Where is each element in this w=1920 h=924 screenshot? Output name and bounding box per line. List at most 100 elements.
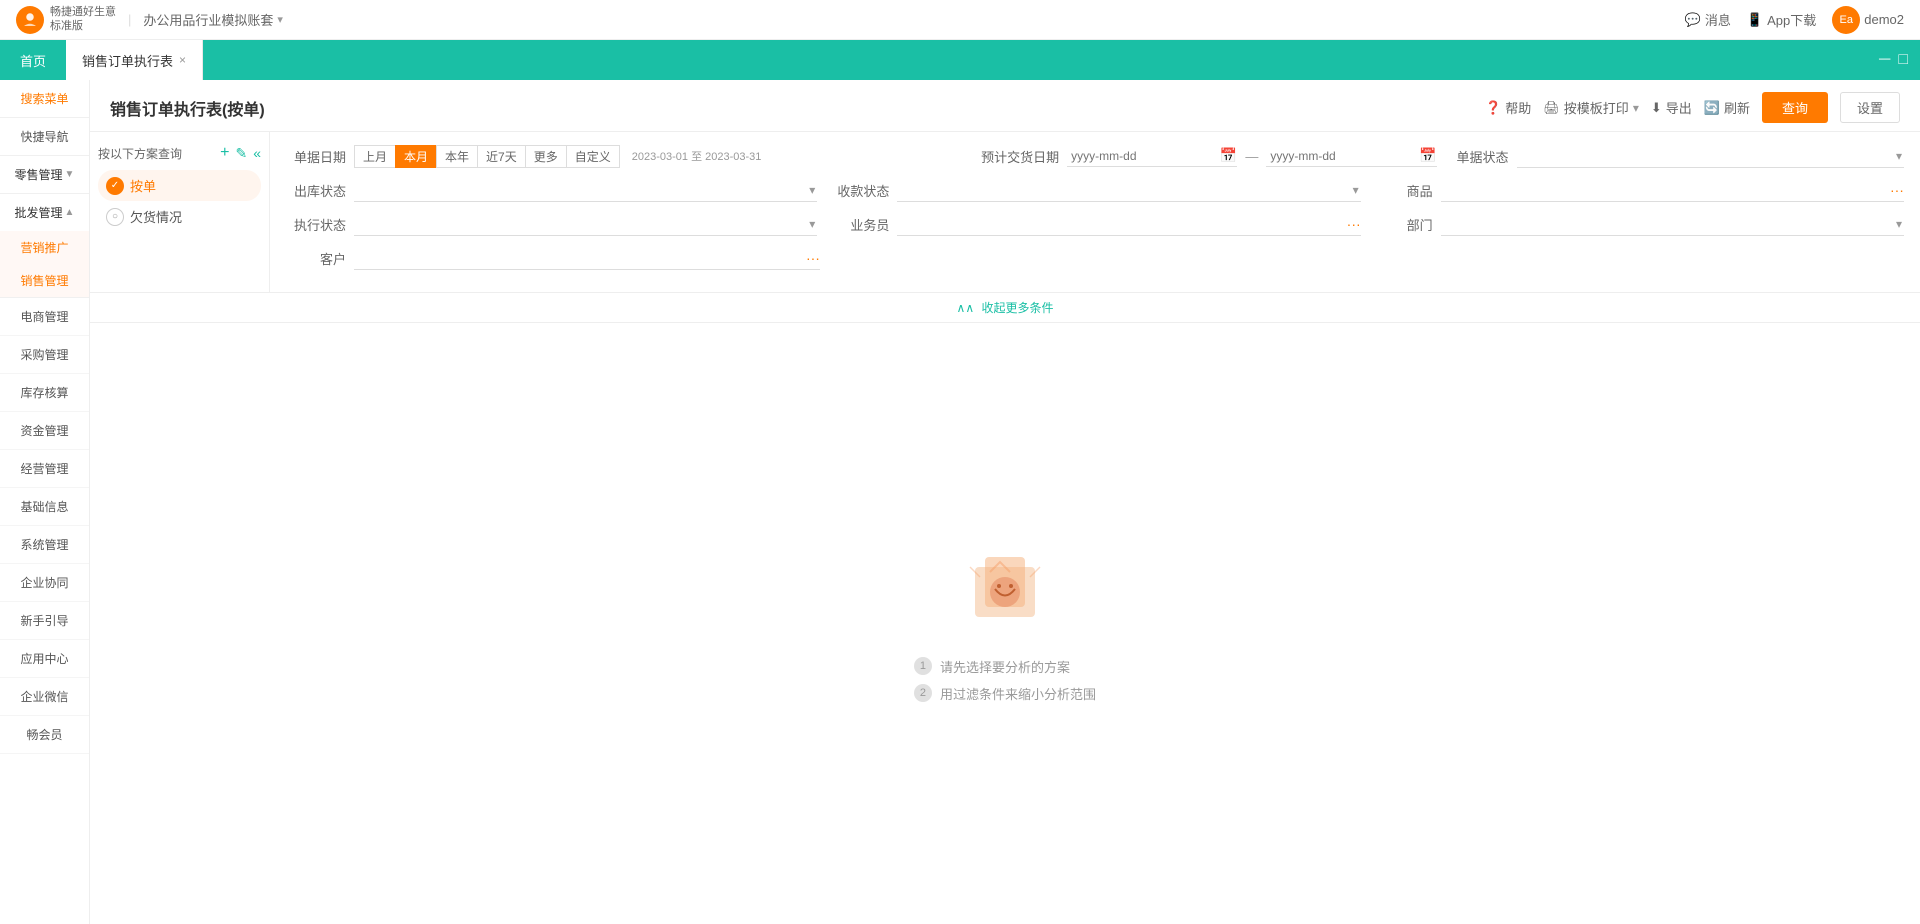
edit-scheme-icon[interactable]: ✎ bbox=[235, 145, 247, 162]
filter-payment-input[interactable] bbox=[897, 178, 1360, 201]
filter-expected-date-start-wrap: 📅 bbox=[1067, 146, 1237, 167]
sidebar-sub-marketing[interactable]: 营销推广 bbox=[0, 231, 89, 264]
filter-expected-date-end-wrap: 📅 bbox=[1266, 146, 1436, 167]
tab-close-icon[interactable]: × bbox=[179, 53, 186, 67]
date-tab-7days[interactable]: 近7天 bbox=[477, 145, 525, 168]
filter-scheme-actions: + ✎ « bbox=[220, 144, 261, 162]
scheme-item-shortage[interactable]: ○ 欠货情况 bbox=[98, 201, 261, 232]
filter-exec-input[interactable] bbox=[354, 212, 817, 235]
exec-arrow-icon[interactable]: ▾ bbox=[809, 217, 815, 231]
sidebar-item-wholesale[interactable]: 批发管理 ▲ 营销推广 销售管理 bbox=[0, 194, 89, 298]
bill-status-arrow-icon[interactable]: ▾ bbox=[1896, 149, 1902, 163]
sidebar-item-business[interactable]: 经营管理 bbox=[0, 450, 89, 488]
date-tabs: 上月 本月 本年 近7天 更多 自定义 bbox=[354, 145, 620, 168]
salesman-ellipsis-icon[interactable]: ··· bbox=[1347, 216, 1361, 232]
step-2-num: 2 bbox=[914, 684, 932, 702]
refresh-icon: 🔄 bbox=[1704, 100, 1720, 116]
top-bar-title[interactable]: 办公用品行业模拟账套 ▾ bbox=[143, 10, 283, 29]
tab-maximize-icon[interactable]: □ bbox=[1898, 51, 1908, 69]
sidebar-nav[interactable]: 快捷导航 bbox=[0, 118, 89, 156]
sidebar-item-finance[interactable]: 资金管理 bbox=[0, 412, 89, 450]
help-button[interactable]: ❓ 帮助 bbox=[1485, 98, 1531, 117]
message-button[interactable]: 💬 消息 bbox=[1685, 10, 1731, 29]
sidebar-item-newbie[interactable]: 新手引导 bbox=[0, 602, 89, 640]
sidebar: 搜索菜单 快捷导航 零售管理 ▼ 批发管理 ▲ 营销推广 销售管理 电商管理 采… bbox=[0, 80, 90, 924]
scheme-order-icon: ✓ bbox=[106, 177, 124, 195]
page-actions: ❓ 帮助 🖨 按模板打印 ▾ ⬇ 导出 🔄 刷新 查询 设置 bbox=[1485, 92, 1900, 123]
filter-dept-input[interactable] bbox=[1441, 212, 1904, 235]
date-tab-this-month[interactable]: 本月 bbox=[395, 145, 436, 168]
tab-minimize-icon[interactable]: ─ bbox=[1879, 51, 1890, 69]
sidebar-item-purchase[interactable]: 采购管理 bbox=[0, 336, 89, 374]
logo-icon bbox=[16, 6, 44, 34]
sidebar-item-basic[interactable]: 基础信息 bbox=[0, 488, 89, 526]
empty-step-2: 2 用过滤条件来缩小分析范围 bbox=[914, 684, 1096, 703]
filter-delivery-wrap: ▾ bbox=[354, 178, 817, 202]
avatar: Ea bbox=[1832, 6, 1860, 34]
filter-goods-input[interactable] bbox=[1441, 178, 1890, 201]
query-button[interactable]: 查询 bbox=[1762, 92, 1828, 123]
sidebar-item-enterprise[interactable]: 企业协同 bbox=[0, 564, 89, 602]
sidebar-item-retail[interactable]: 零售管理 ▼ bbox=[0, 156, 89, 194]
payment-arrow-icon[interactable]: ▾ bbox=[1353, 183, 1359, 197]
sidebar-item-inventory[interactable]: 库存核算 bbox=[0, 374, 89, 412]
sidebar-sub-sales[interactable]: 销售管理 bbox=[0, 264, 89, 297]
filter-bill-status-label: 单据状态 bbox=[1449, 147, 1509, 166]
filter-row-1: 单据日期 上月 本月 本年 近7天 更多 自定义 2023-03-01 至 20… bbox=[286, 144, 1904, 168]
date-tab-this-year[interactable]: 本年 bbox=[436, 145, 477, 168]
filter-exec-wrap: ▾ bbox=[354, 212, 817, 236]
filter-bill-status-input[interactable] bbox=[1517, 144, 1904, 167]
sidebar-item-apps[interactable]: 应用中心 bbox=[0, 640, 89, 678]
scheme-item-order[interactable]: ✓ 按单 bbox=[98, 170, 261, 201]
filter-expected-date-start[interactable] bbox=[1067, 146, 1220, 166]
sidebar-item-member[interactable]: 畅会员 bbox=[0, 716, 89, 754]
dept-arrow-icon[interactable]: ▾ bbox=[1896, 217, 1902, 231]
filter-scheme-header: 按以下方案查询 + ✎ « bbox=[98, 144, 261, 162]
refresh-button[interactable]: 🔄 刷新 bbox=[1704, 98, 1750, 117]
filter-salesman-label: 业务员 bbox=[829, 215, 889, 234]
filter-expected-date-end[interactable] bbox=[1266, 146, 1419, 166]
delivery-arrow-icon[interactable]: ▾ bbox=[809, 183, 815, 197]
date-tab-custom[interactable]: 自定义 bbox=[566, 145, 620, 168]
filter-exec-label: 执行状态 bbox=[286, 215, 346, 234]
retail-arrow-icon: ▼ bbox=[65, 169, 75, 180]
user-menu[interactable]: Ea demo2 bbox=[1832, 6, 1904, 34]
calendar-end-icon[interactable]: 📅 bbox=[1419, 147, 1436, 164]
export-button[interactable]: ⬇ 导出 bbox=[1651, 98, 1692, 117]
customer-ellipsis-icon[interactable]: ··· bbox=[806, 250, 820, 266]
settings-button[interactable]: 设置 bbox=[1840, 92, 1900, 123]
top-bar-left: 畅捷通好生意 标准版 | 办公用品行业模拟账套 ▾ bbox=[16, 6, 283, 34]
sidebar-item-ecommerce[interactable]: 电商管理 bbox=[0, 298, 89, 336]
filter-payment-label: 收款状态 bbox=[829, 181, 889, 200]
date-tab-more[interactable]: 更多 bbox=[525, 145, 566, 168]
collapse-bar[interactable]: ∧∧ 收起更多条件 bbox=[90, 293, 1920, 323]
goods-ellipsis-icon[interactable]: ··· bbox=[1890, 182, 1904, 198]
filter-salesman-input[interactable] bbox=[897, 212, 1346, 235]
app-download-button[interactable]: 📱 App下载 bbox=[1747, 10, 1816, 29]
empty-icon bbox=[955, 537, 1055, 637]
filter-customer-field: 客户 ··· bbox=[286, 246, 820, 270]
tab-sales-order[interactable]: 销售订单执行表 × bbox=[66, 40, 203, 80]
sidebar-item-wechat[interactable]: 企业微信 bbox=[0, 678, 89, 716]
filter-payment-status-field: 收款状态 ▾ bbox=[829, 178, 1360, 202]
sidebar-item-system[interactable]: 系统管理 bbox=[0, 526, 89, 564]
filter-row-4: 客户 ··· bbox=[286, 246, 1904, 270]
date-range-text: 2023-03-01 至 2023-03-31 bbox=[632, 148, 762, 164]
logo-area: 畅捷通好生意 标准版 bbox=[16, 6, 116, 34]
date-tab-last-month[interactable]: 上月 bbox=[354, 145, 395, 168]
tab-home[interactable]: 首页 bbox=[0, 40, 66, 80]
add-scheme-icon[interactable]: + bbox=[220, 144, 229, 162]
calendar-start-icon[interactable]: 📅 bbox=[1220, 147, 1237, 164]
filter-dept-field: 部门 ▾ bbox=[1373, 212, 1904, 236]
filter-goods-label: 商品 bbox=[1373, 181, 1433, 200]
top-bar: 畅捷通好生意 标准版 | 办公用品行业模拟账套 ▾ 💬 消息 📱 App下载 E… bbox=[0, 0, 1920, 40]
collapse-scheme-icon[interactable]: « bbox=[253, 145, 261, 161]
help-icon: ❓ bbox=[1485, 100, 1501, 116]
filter-customer-input[interactable] bbox=[354, 246, 806, 269]
print-button[interactable]: 🖨 按模板打印 ▾ bbox=[1543, 98, 1639, 117]
filter-delivery-input[interactable] bbox=[354, 178, 817, 201]
filter-date-label: 单据日期 bbox=[286, 147, 346, 166]
filter-bill-status-wrap: ▾ bbox=[1517, 144, 1904, 168]
sidebar-search[interactable]: 搜索菜单 bbox=[0, 80, 89, 118]
page-header: 销售订单执行表(按单) ❓ 帮助 🖨 按模板打印 ▾ ⬇ 导出 🔄 刷新 bbox=[90, 80, 1920, 132]
